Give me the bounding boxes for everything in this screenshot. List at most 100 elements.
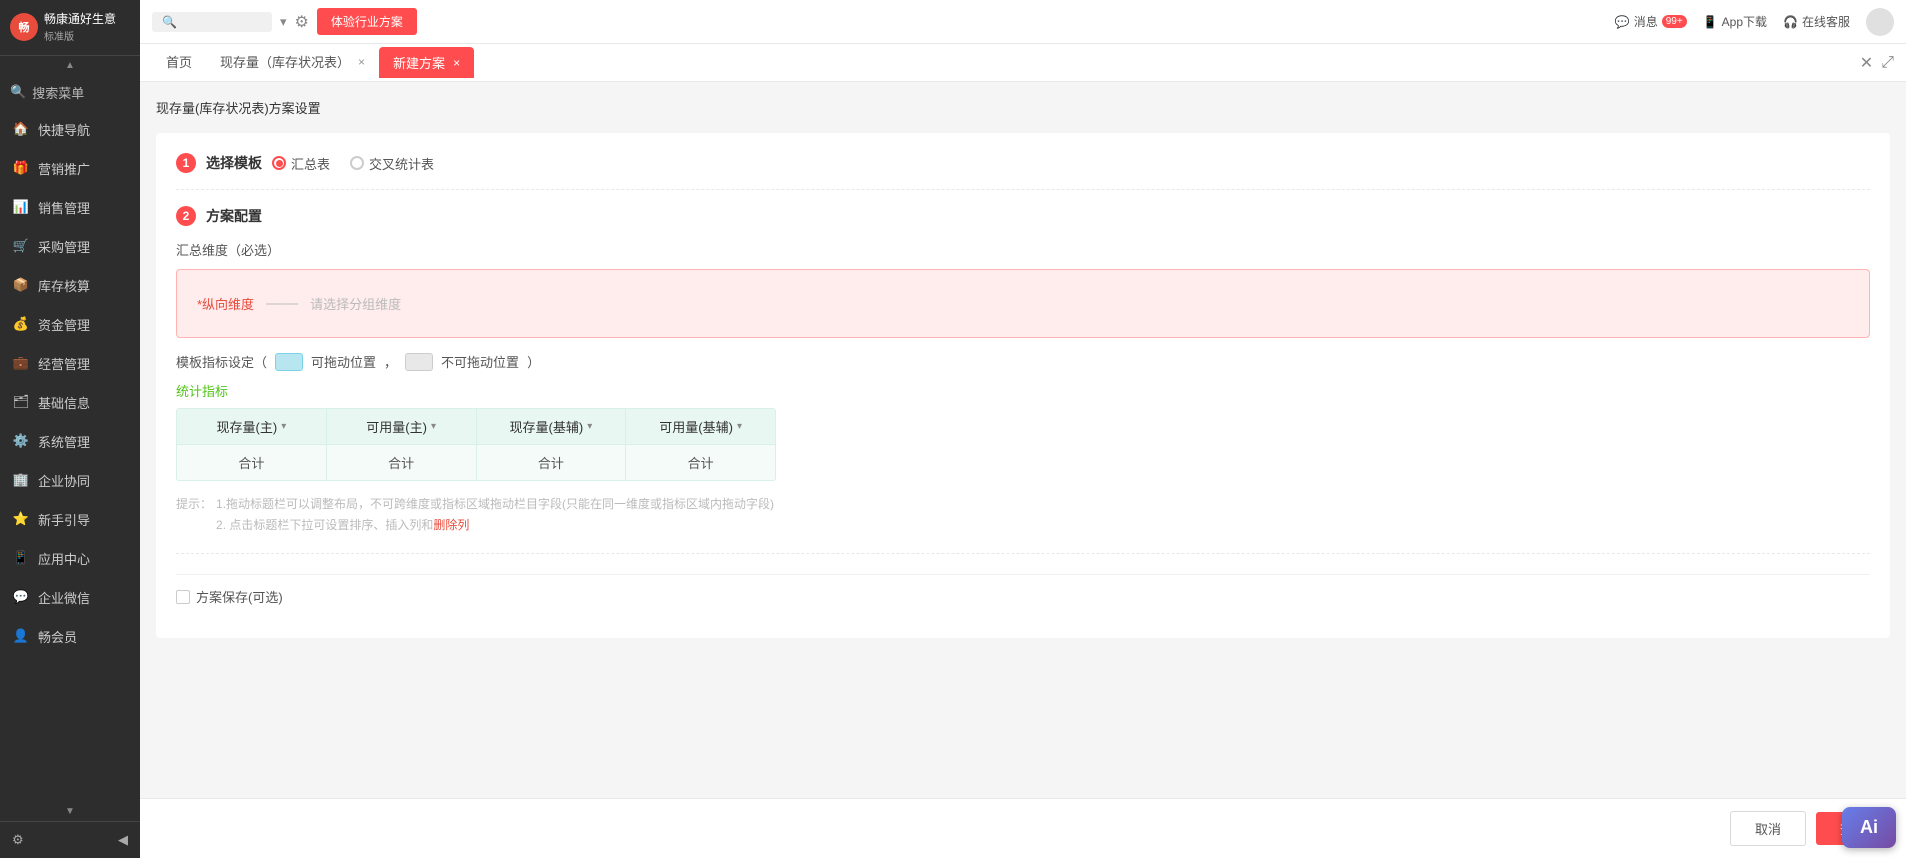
app-download-button[interactable]: 📱 App下载 [1703,13,1767,30]
tab-new-scheme-close[interactable]: × [453,56,460,70]
step-divider [176,189,1870,190]
search-menu-label: 搜索菜单 [32,83,84,102]
stats-col-2-label: 现存量(基辅) [510,417,584,436]
fixed-indicator-box [405,353,433,371]
sidebar-item-label: 资金管理 [38,315,90,334]
dim-arrow: —— [266,295,298,313]
save-scheme-label: 方案保存(可选) [196,587,283,606]
stats-cell-0-3: 合计 [626,445,775,480]
stats-table-row-0: 合计 合计 合计 合计 [177,444,775,480]
sidebar-item-basic-info[interactable]: 🗂 基础信息 [0,383,140,422]
radio-summary-dot [272,156,286,170]
stats-col-2[interactable]: 现存量(基辅) ▾ [477,409,627,444]
step2-title: 方案配置 [206,206,262,226]
footer-bar: 取消 查询 [140,798,1906,858]
radio-cross[interactable]: 交叉统计表 [350,154,434,173]
sidebar-item-marketing[interactable]: 🎁 营销推广 [0,149,140,188]
tab-inventory-close[interactable]: × [358,55,365,69]
stats-col-3-label: 可用量(基辅) [659,417,733,436]
sidebar-item-label: 企业协同 [38,471,90,490]
sidebar-item-enterprise[interactable]: 🏢 企业协同 [0,461,140,500]
sidebar-item-management[interactable]: 💼 经营管理 [0,344,140,383]
topbar-dropdown-icon[interactable]: ▾ [280,14,287,30]
sidebar-item-guide[interactable]: ⭐ 新手引导 [0,500,140,539]
sidebar-item-sales[interactable]: 📊 销售管理 [0,188,140,227]
sidebar-item-label: 快捷导航 [38,120,90,139]
topbar-left: 🔍 ▾ ⚙ 体验行业方案 [152,8,1605,35]
tip-1-text: 2. 点击标题栏下拉可设置排序、插入列和删除列 [216,516,469,533]
stats-section: 统计指标 现存量(主) ▾ 可用量(主) ▾ [176,381,1870,481]
stats-col-1[interactable]: 可用量(主) ▾ [327,409,477,444]
sidebar-item-label: 营销推广 [38,159,90,178]
topbar-search-bar[interactable]: 🔍 [152,12,272,32]
gift-icon: 🎁 [12,159,30,177]
sidebar-item-wechat[interactable]: 💬 企业微信 [0,578,140,617]
step1-title: 选择模板 [206,153,262,173]
sidebar-scroll-up[interactable]: ▲ [0,56,140,75]
search-icon: 🔍 [162,15,177,29]
trial-industry-button[interactable]: 体验行业方案 [317,8,417,35]
tab-inventory[interactable]: 现存量（库存状况表） × [206,44,379,81]
step1-badge: 1 [176,153,196,173]
window-expand-icon[interactable]: ⤢ [1881,54,1894,72]
sidebar-item-finance[interactable]: 💰 资金管理 [0,305,140,344]
save-row: 方案保存(可选) [176,574,1870,618]
radio-cross-dot [350,156,364,170]
tab-new-scheme-label: 新建方案 [393,53,445,72]
template-radio-group: 汇总表 交叉统计表 [272,154,434,173]
stats-col-0[interactable]: 现存量(主) ▾ [177,409,327,444]
bag-icon: 🛒 [12,237,30,255]
window-close-icon[interactable]: ✕ [1860,53,1873,73]
tab-new-scheme[interactable]: 新建方案 × [379,47,474,78]
sidebar-logo: 畅 畅康通好生意 标准版 [0,0,140,56]
scheme-settings-panel: 1 选择模板 汇总表 交叉统计表 2 方案 [156,133,1890,638]
message-icon: 💬 [1615,15,1630,29]
sidebar-collapse-icon[interactable]: ◀ [118,832,128,848]
online-service-button[interactable]: 🎧 在线客服 [1783,13,1850,30]
save-scheme-checkbox[interactable] [176,590,190,604]
headset-icon: 🎧 [1783,15,1798,29]
radio-summary[interactable]: 汇总表 [272,154,330,173]
briefcase-icon: 💼 [12,354,30,372]
home-icon: 🏠 [12,120,30,138]
topbar-gear-icon[interactable]: ⚙ [295,12,309,32]
draggable-indicator-box [275,353,303,371]
sidebar-item-app-center[interactable]: 📱 应用中心 [0,539,140,578]
tabs-bar: 首页 现存量（库存状况表） × 新建方案 × ✕ ⤢ [140,44,1906,82]
sidebar-item-member[interactable]: 👤 畅会员 [0,617,140,656]
stats-col-0-label: 现存量(主) [217,417,278,436]
ai-float-button[interactable]: Ai [1842,807,1896,848]
chart-icon: 📊 [12,198,30,216]
messages-button[interactable]: 💬 消息 99+ [1615,13,1687,30]
user-avatar[interactable] [1866,8,1894,36]
draggable-label: 可拖动位置 [311,352,376,371]
sidebar-item-inventory[interactable]: 📦 库存核算 [0,266,140,305]
settings-icon: ⚙️ [12,432,30,450]
sidebar-item-system[interactable]: ⚙️ 系统管理 [0,422,140,461]
sidebar-item-label: 企业微信 [38,588,90,607]
cancel-button[interactable]: 取消 [1730,811,1806,846]
stats-col-2-chevron: ▾ [587,421,592,432]
grid-icon: 🗂 [12,393,30,411]
vertical-dim-label: *纵向维度 [197,294,254,313]
dimension-selection-area[interactable]: *纵向维度 —— 请选择分组维度 [176,269,1870,338]
fixed-label: 不可拖动位置 [441,352,519,371]
sidebar-item-label: 采购管理 [38,237,90,256]
sidebar-item-purchase[interactable]: 🛒 采购管理 [0,227,140,266]
tips-prefix: 提示： [176,495,212,512]
tab-home[interactable]: 首页 [152,44,206,81]
stats-col-3[interactable]: 可用量(基辅) ▾ [626,409,775,444]
stats-col-1-label: 可用量(主) [366,417,427,436]
search-menu[interactable]: 🔍 搜索菜单 [0,75,140,110]
radio-summary-label: 汇总表 [291,154,330,173]
indicator-suffix: ） [527,352,540,371]
aggregate-dim-label: 汇总维度（必选） [176,240,1870,259]
save-scheme-checkbox-item[interactable]: 方案保存(可选) [176,587,283,606]
main-wrapper: 🔍 ▾ ⚙ 体验行业方案 💬 消息 99+ 📱 App下载 🎧 在线客服 [140,0,1906,858]
sidebar-scroll-down[interactable]: ▼ [0,802,140,821]
sidebar-nav: 🏠 快捷导航 🎁 营销推广 📊 销售管理 🛒 采购管理 📦 库存核算 💰 资金管… [0,110,140,802]
sidebar-item-quick-nav[interactable]: 🏠 快捷导航 [0,110,140,149]
indicator-comma: ， [384,352,397,371]
star-icon: ⭐ [12,510,30,528]
sidebar-settings-icon[interactable]: ⚙ [12,832,24,848]
